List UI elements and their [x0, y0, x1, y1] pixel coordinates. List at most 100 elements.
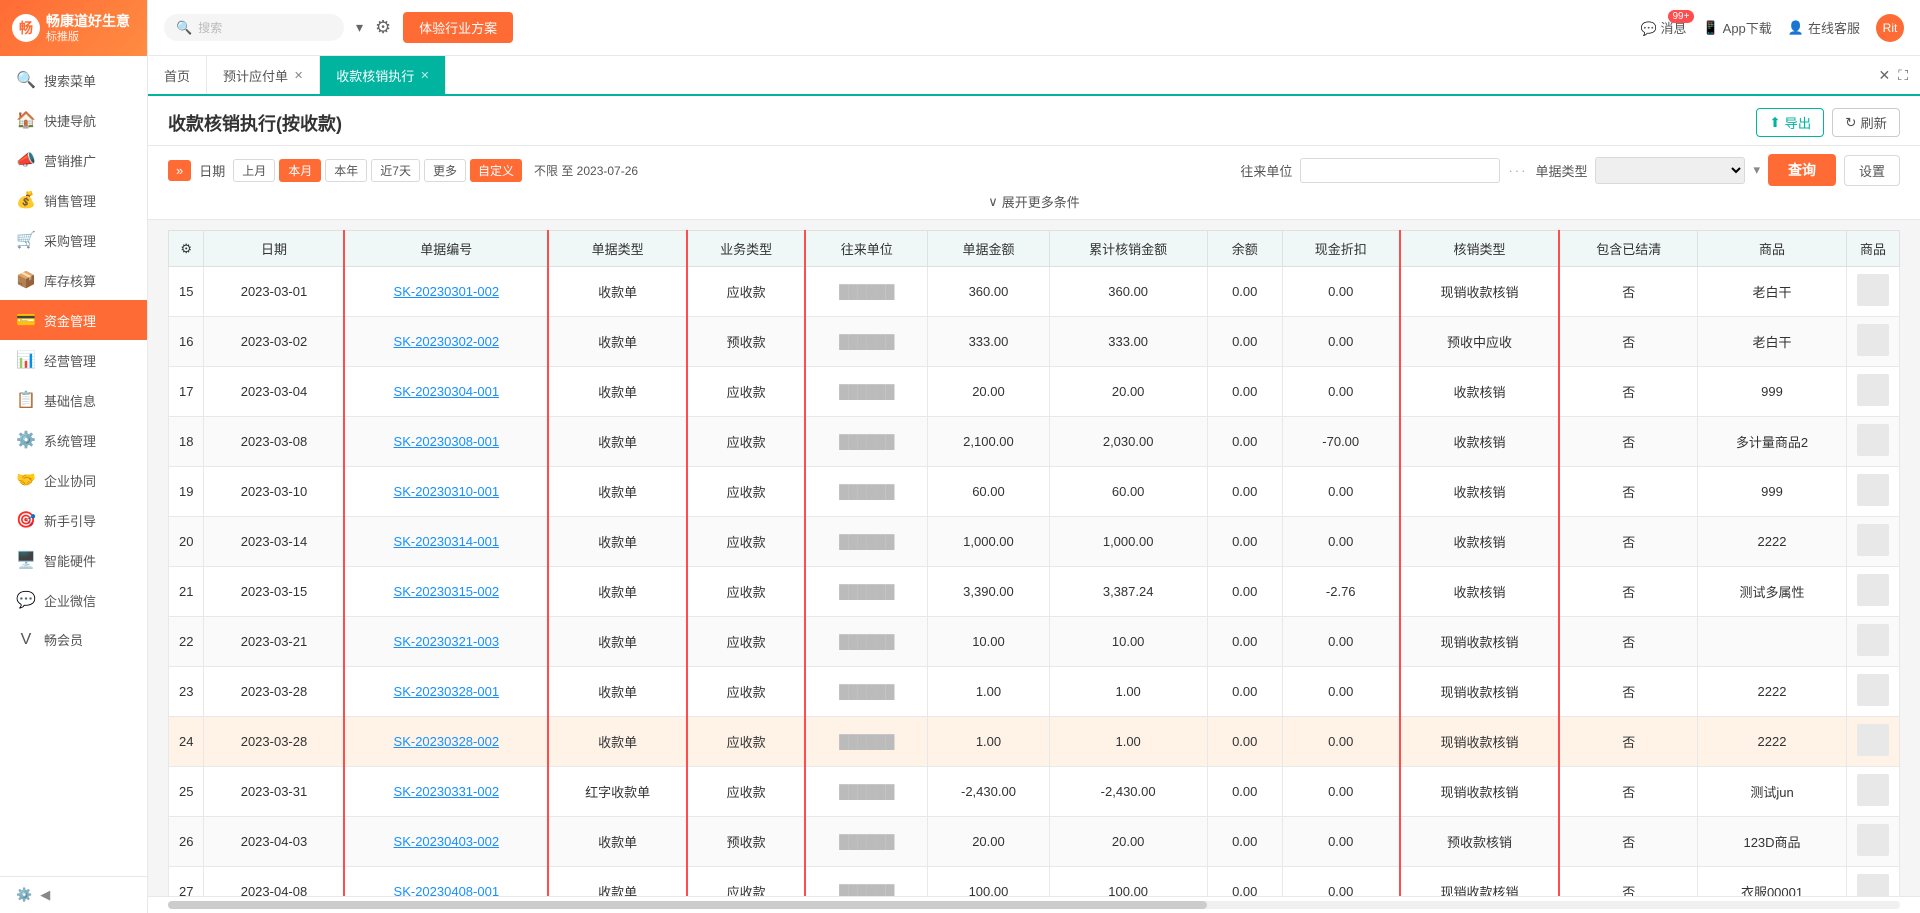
cell-goods: 测试jun — [1698, 767, 1847, 817]
select-chevron-icon[interactable]: ▾ — [1753, 162, 1760, 178]
cell-bill-type: 收款单 — [548, 417, 687, 467]
sidebar-item-enterprise[interactable]: 🤝企业协同 — [0, 460, 147, 500]
cell-amount: 1,000.00 — [928, 517, 1049, 567]
dropdown-arrow[interactable]: ▾ — [356, 19, 363, 36]
sidebar-item-finance[interactable]: 💳资金管理 — [0, 300, 147, 340]
cell-verified: 1,000.00 — [1049, 517, 1207, 567]
sidebar-item-purchase[interactable]: 🛒采购管理 — [0, 220, 147, 260]
cell-partner: ██████ — [805, 317, 928, 367]
sidebar-item-basic[interactable]: 📋基础信息 — [0, 380, 147, 420]
cell-no: 16 — [169, 317, 204, 367]
window-maximize-icon[interactable]: ⛶ — [1898, 67, 1908, 84]
bill-no-link[interactable]: SK-20230321-003 — [394, 634, 500, 649]
bill-no-link[interactable]: SK-20230302-002 — [394, 334, 500, 349]
filter-expand-button[interactable]: » — [168, 160, 191, 181]
sidebar-item-system[interactable]: ⚙️系统管理 — [0, 420, 147, 460]
bill-no-link[interactable]: SK-20230315-002 — [394, 584, 500, 599]
partner-more-icon[interactable]: ··· — [1508, 163, 1527, 178]
collapse-icon[interactable]: ◀ — [40, 887, 50, 903]
bill-no-link[interactable]: SK-20230328-001 — [394, 684, 500, 699]
expand-more-row[interactable]: ∨ 展开更多条件 — [168, 192, 1900, 211]
cell-verify-type: 收款核销 — [1400, 517, 1560, 567]
sidebar-item-wechat[interactable]: 💬企业微信 — [0, 580, 147, 620]
cell-balance: 0.00 — [1207, 817, 1282, 867]
cell-bill-type: 收款单 — [548, 867, 687, 897]
bill-no-link[interactable]: SK-20230403-002 — [394, 834, 500, 849]
last-month-btn[interactable]: 上月 — [233, 159, 275, 182]
gear-icon[interactable]: ⚙ — [375, 17, 391, 38]
tab-receipt[interactable]: 收款核销执行 ✕ — [320, 56, 446, 94]
sidebar-item-guide[interactable]: 🎯新手引导 — [0, 500, 147, 540]
search-icon: 🔍 — [176, 20, 192, 36]
partner-input[interactable] — [1300, 158, 1500, 183]
bill-no-link[interactable]: SK-20230310-001 — [394, 484, 500, 499]
cell-balance: 0.00 — [1207, 367, 1282, 417]
bill-no-link[interactable]: SK-20230331-002 — [394, 784, 500, 799]
sidebar-item-search[interactable]: 🔍搜索菜单 — [0, 60, 147, 100]
window-close-icon[interactable]: ✕ — [1878, 67, 1890, 84]
cell-amount: -2,430.00 — [928, 767, 1049, 817]
cell-goods: 2222 — [1698, 667, 1847, 717]
topbar-search-box[interactable]: 🔍 搜索 — [164, 14, 344, 41]
more-date-btn[interactable]: 更多 — [424, 159, 466, 182]
cell-discount: 0.00 — [1282, 717, 1399, 767]
cell-date: 2023-03-28 — [204, 667, 345, 717]
page-content: 收款核销执行(按收款) ⬆ 导出 ↻ 刷新 » 日期 上月 本月 — [148, 96, 1920, 913]
bill-no-link[interactable]: SK-20230308-001 — [394, 434, 500, 449]
cell-partner: ██████ — [805, 517, 928, 567]
tab-receipt-close[interactable]: ✕ — [420, 69, 429, 82]
cell-amount: 360.00 — [928, 267, 1049, 317]
sidebar-item-member[interactable]: V畅会员 — [0, 620, 147, 659]
sidebar-item-inventory[interactable]: 📦库存核算 — [0, 260, 147, 300]
cell-bill-no: SK-20230314-001 — [344, 517, 548, 567]
cell-no: 23 — [169, 667, 204, 717]
tab-advance-close[interactable]: ✕ — [294, 69, 303, 82]
bill-no-link[interactable]: SK-20230314-001 — [394, 534, 500, 549]
tab-home[interactable]: 首页 — [148, 56, 207, 94]
service-button[interactable]: 👤 在线客服 — [1788, 18, 1860, 37]
cell-discount: 0.00 — [1282, 817, 1399, 867]
industry-btn[interactable]: 体验行业方案 — [403, 12, 513, 43]
this-year-btn[interactable]: 本年 — [325, 159, 367, 182]
col-header-include-settled: 包含已结清 — [1559, 231, 1697, 267]
bill-no-link[interactable]: SK-20230408-001 — [394, 884, 500, 896]
cell-bill-type: 收款单 — [548, 667, 687, 717]
message-button[interactable]: 💬 消息 99+ — [1641, 18, 1687, 37]
sidebar-item-sales[interactable]: 💰销售管理 — [0, 180, 147, 220]
app-download-button[interactable]: 📱 App下载 — [1702, 18, 1771, 37]
sidebar-item-quick[interactable]: 🏠快捷导航 — [0, 100, 147, 140]
last-7-days-btn[interactable]: 近7天 — [371, 159, 420, 182]
h-scrollbar-track[interactable] — [168, 901, 1900, 909]
hardware-icon: 🖥️ — [16, 550, 36, 570]
cell-include-settled: 否 — [1559, 667, 1697, 717]
cell-no: 24 — [169, 717, 204, 767]
cell-include-settled: 否 — [1559, 467, 1697, 517]
bill-no-link[interactable]: SK-20230328-002 — [394, 734, 500, 749]
bill-no-link[interactable]: SK-20230301-002 — [394, 284, 500, 299]
refresh-button[interactable]: ↻ 刷新 — [1832, 108, 1900, 137]
bill-type-select[interactable] — [1595, 157, 1745, 184]
cell-partner: ██████ — [805, 417, 928, 467]
sidebar-item-marketing[interactable]: 📣营销推广 — [0, 140, 147, 180]
bill-no-link[interactable]: SK-20230304-001 — [394, 384, 500, 399]
cell-bill-type: 收款单 — [548, 367, 687, 417]
filter-settings-button[interactable]: 设置 — [1844, 155, 1900, 186]
sidebar-item-operation[interactable]: 📊经营管理 — [0, 340, 147, 380]
user-avatar[interactable]: Rit — [1876, 14, 1904, 42]
cell-include-settled: 否 — [1559, 717, 1697, 767]
sidebar-item-hardware[interactable]: 🖥️智能硬件 — [0, 540, 147, 580]
query-button[interactable]: 查询 — [1768, 154, 1836, 186]
cell-balance: 0.00 — [1207, 617, 1282, 667]
settings-icon[interactable]: ⚙️ — [16, 887, 32, 903]
table-row: 18 2023-03-08 SK-20230308-001 收款单 应收款 ██… — [169, 417, 1900, 467]
col-header-gear[interactable]: ⚙ — [169, 231, 204, 267]
h-scrollbar-thumb[interactable] — [168, 901, 1207, 909]
cell-partner: ██████ — [805, 267, 928, 317]
cell-date: 2023-03-02 — [204, 317, 345, 367]
tab-advance[interactable]: 预计应付单 ✕ — [207, 56, 320, 94]
this-month-btn[interactable]: 本月 — [279, 159, 321, 182]
export-button[interactable]: ⬆ 导出 — [1756, 108, 1824, 137]
sidebar-item-label-search: 搜索菜单 — [44, 71, 96, 90]
chevron-down-icon: ∨ — [988, 194, 998, 210]
custom-date-btn[interactable]: 自定义 — [470, 159, 522, 182]
